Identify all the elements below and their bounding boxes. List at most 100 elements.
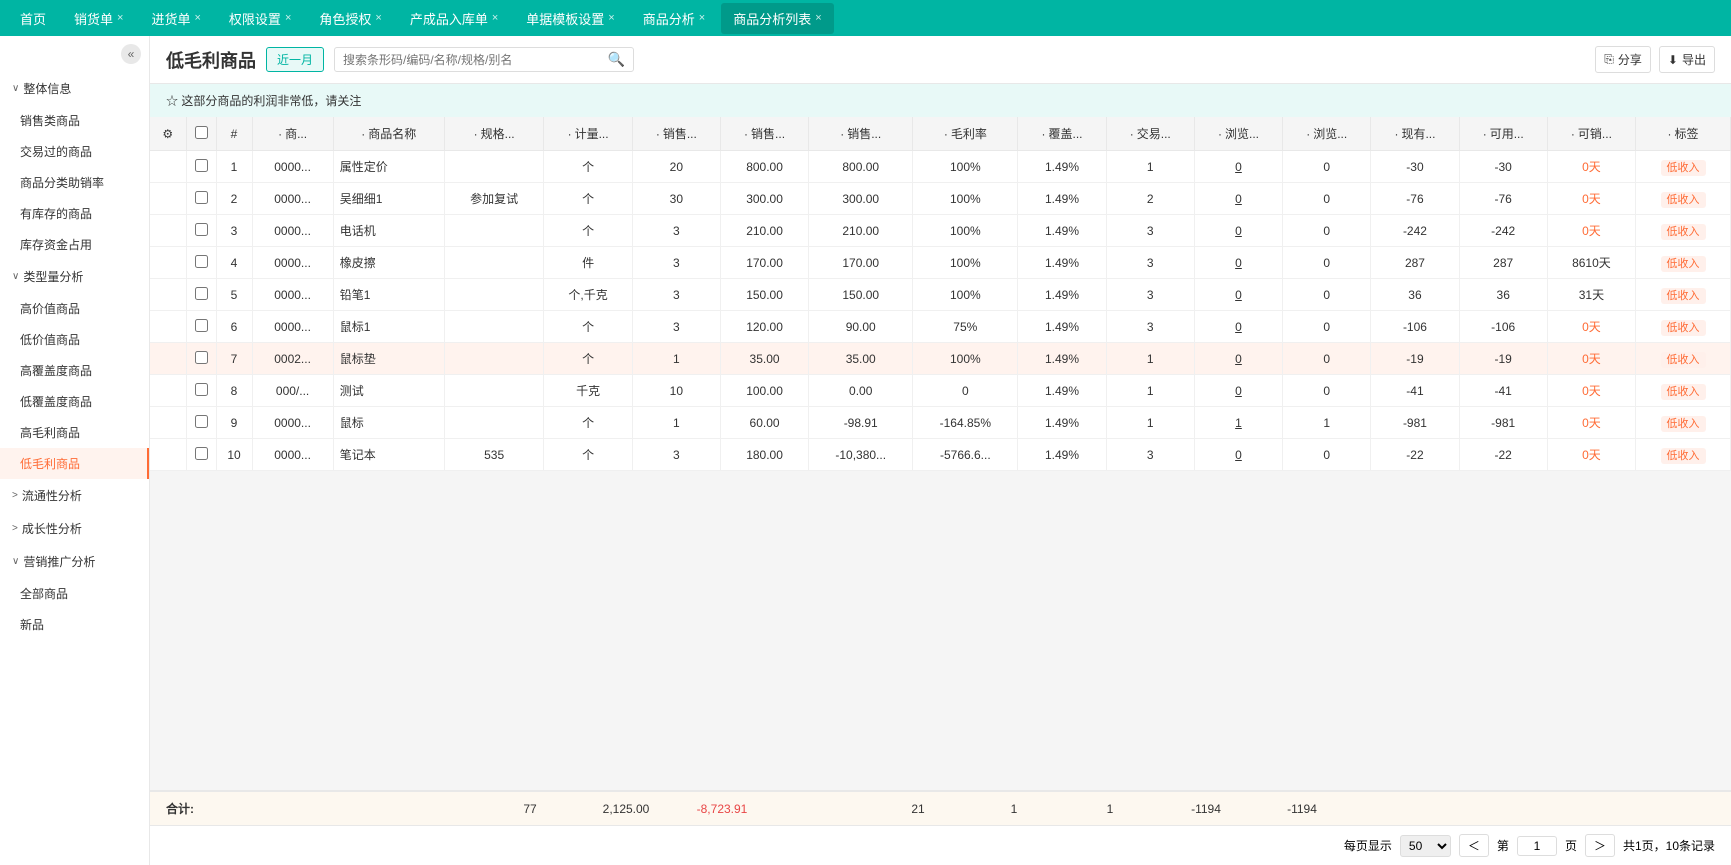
nav-item-单据模板设置[interactable]: 单据模板设置× bbox=[514, 3, 626, 34]
col-sales-amt[interactable]: ·销售... bbox=[720, 117, 808, 151]
sidebar-item-高毛利商品[interactable]: 高毛利商品 bbox=[0, 417, 149, 448]
nav-item-商品分析列表[interactable]: 商品分析列表× bbox=[721, 3, 833, 34]
nav-item-权限设置[interactable]: 权限设置× bbox=[217, 3, 303, 34]
sidebar-item-交易过的商品[interactable]: 交易过的商品 bbox=[0, 136, 149, 167]
row-checkbox-0[interactable] bbox=[186, 151, 216, 183]
row-checkbox-8[interactable] bbox=[186, 407, 216, 439]
col-gross-rate[interactable]: ·毛利率 bbox=[913, 117, 1018, 151]
row-browse1-9[interactable]: 0 bbox=[1194, 439, 1282, 471]
row-code-1: 0000... bbox=[252, 183, 333, 215]
filter-period-button[interactable]: 近一月 bbox=[266, 47, 324, 72]
col-unit[interactable]: ·计量... bbox=[544, 117, 632, 151]
sidebar-item-新品[interactable]: 新品 bbox=[0, 609, 149, 640]
nav-item-角色授权[interactable]: 角色授权× bbox=[307, 3, 393, 34]
col-browse1[interactable]: ·浏览... bbox=[1194, 117, 1282, 151]
col-sales-profit[interactable]: ·销售... bbox=[809, 117, 913, 151]
search-input[interactable] bbox=[343, 53, 608, 67]
col-browse2[interactable]: ·浏览... bbox=[1283, 117, 1371, 151]
col-tag[interactable]: ·标签 bbox=[1636, 117, 1731, 151]
sidebar-item-低价值商品[interactable]: 低价值商品 bbox=[0, 324, 149, 355]
nav-close-icon[interactable]: × bbox=[699, 12, 705, 24]
nav-close-icon[interactable]: × bbox=[492, 12, 498, 24]
nav-item-销货单[interactable]: 销货单× bbox=[62, 3, 135, 34]
per-page-select[interactable]: 50 20 100 bbox=[1400, 835, 1451, 857]
prev-page-button[interactable]: ＜ bbox=[1459, 834, 1489, 857]
sidebar-collapse-button[interactable]: « bbox=[121, 44, 141, 64]
nav-close-icon[interactable]: × bbox=[285, 12, 291, 24]
sidebar-item-商品分类助销率[interactable]: 商品分类助销率 bbox=[0, 167, 149, 198]
row-checkbox-4[interactable] bbox=[186, 279, 216, 311]
col-sales-qty[interactable]: ·销售... bbox=[632, 117, 720, 151]
col-current-stock[interactable]: ·现有... bbox=[1371, 117, 1459, 151]
row-checkbox-5[interactable] bbox=[186, 311, 216, 343]
nav-item-首页[interactable]: 首页 bbox=[8, 3, 58, 34]
row-checkbox-3[interactable] bbox=[186, 247, 216, 279]
nav-item-产成品入库单[interactable]: 产成品入库单× bbox=[398, 3, 510, 34]
row-browse1-4[interactable]: 0 bbox=[1194, 279, 1282, 311]
sidebar-item-低毛利商品[interactable]: 低毛利商品 bbox=[0, 448, 149, 479]
search-icon[interactable]: 🔍 bbox=[608, 51, 625, 68]
sidebar-group-0[interactable]: ∨整体信息 bbox=[0, 72, 149, 105]
col-name[interactable]: ·商品名称 bbox=[333, 117, 444, 151]
sidebar-item-销售类商品[interactable]: 销售类商品 bbox=[0, 105, 149, 136]
col-select-all[interactable] bbox=[186, 117, 216, 151]
sidebar-group-2[interactable]: >流通性分析 bbox=[0, 479, 149, 512]
export-button[interactable]: ⬇ 导出 bbox=[1659, 46, 1715, 73]
nav-close-icon[interactable]: × bbox=[194, 12, 200, 24]
row-browse1-6[interactable]: 0 bbox=[1194, 343, 1282, 375]
row-select-4[interactable] bbox=[195, 287, 208, 300]
row-browse1-8[interactable]: 1 bbox=[1194, 407, 1282, 439]
sidebar-item-有库存的商品[interactable]: 有库存的商品 bbox=[0, 198, 149, 229]
page-number-input[interactable] bbox=[1517, 836, 1557, 856]
row-transactions-6: 1 bbox=[1106, 343, 1194, 375]
row-browse1-2[interactable]: 0 bbox=[1194, 215, 1282, 247]
row-browse1-1[interactable]: 0 bbox=[1194, 183, 1282, 215]
row-gross-rate-4: 100% bbox=[913, 279, 1018, 311]
row-select-5[interactable] bbox=[195, 319, 208, 332]
row-select-1[interactable] bbox=[195, 191, 208, 204]
row-checkbox-6[interactable] bbox=[186, 343, 216, 375]
sidebar-item-库存资金占用[interactable]: 库存资金占用 bbox=[0, 229, 149, 260]
next-page-button[interactable]: ＞ bbox=[1585, 834, 1615, 857]
col-spec[interactable]: ·规格... bbox=[444, 117, 544, 151]
row-sales-qty-4: 3 bbox=[632, 279, 720, 311]
sidebar-item-低覆盖度商品[interactable]: 低覆盖度商品 bbox=[0, 386, 149, 417]
row-select-7[interactable] bbox=[195, 383, 208, 396]
nav-close-icon[interactable]: × bbox=[375, 12, 381, 24]
sidebar-item-全部商品[interactable]: 全部商品 bbox=[0, 578, 149, 609]
table-area: ⚙ # ·商... ·商品名称 ·规格... ·计量... ·销售... ·销售… bbox=[150, 117, 1731, 790]
nav-item-商品分析[interactable]: 商品分析× bbox=[631, 3, 717, 34]
sidebar-group-4[interactable]: ∨营销推广分析 bbox=[0, 545, 149, 578]
col-saleable[interactable]: ·可销... bbox=[1547, 117, 1635, 151]
row-select-9[interactable] bbox=[195, 447, 208, 460]
nav-item-进货单[interactable]: 进货单× bbox=[139, 3, 212, 34]
row-name-2: 电话机 bbox=[333, 215, 444, 247]
sidebar-group-3[interactable]: >成长性分析 bbox=[0, 512, 149, 545]
nav-close-icon[interactable]: × bbox=[117, 12, 123, 24]
row-select-3[interactable] bbox=[195, 255, 208, 268]
col-transactions[interactable]: ·交易... bbox=[1106, 117, 1194, 151]
row-select-0[interactable] bbox=[195, 159, 208, 172]
row-select-6[interactable] bbox=[195, 351, 208, 364]
row-checkbox-7[interactable] bbox=[186, 375, 216, 407]
row-checkbox-1[interactable] bbox=[186, 183, 216, 215]
row-checkbox-2[interactable] bbox=[186, 215, 216, 247]
row-select-2[interactable] bbox=[195, 223, 208, 236]
select-all-checkbox[interactable] bbox=[195, 126, 208, 139]
row-browse1-0[interactable]: 0 bbox=[1194, 151, 1282, 183]
col-code[interactable]: ·商... bbox=[252, 117, 333, 151]
row-browse1-7[interactable]: 0 bbox=[1194, 375, 1282, 407]
row-select-8[interactable] bbox=[195, 415, 208, 428]
share-button[interactable]: ⎘ 分享 bbox=[1595, 46, 1651, 73]
col-settings[interactable]: ⚙ bbox=[150, 117, 186, 151]
row-browse1-5[interactable]: 0 bbox=[1194, 311, 1282, 343]
sidebar-item-高覆盖度商品[interactable]: 高覆盖度商品 bbox=[0, 355, 149, 386]
col-coverage[interactable]: ·覆盖... bbox=[1018, 117, 1106, 151]
row-checkbox-9[interactable] bbox=[186, 439, 216, 471]
sidebar-item-高价值商品[interactable]: 高价值商品 bbox=[0, 293, 149, 324]
col-available[interactable]: ·可用... bbox=[1459, 117, 1547, 151]
nav-close-icon[interactable]: × bbox=[815, 12, 821, 24]
row-browse1-3[interactable]: 0 bbox=[1194, 247, 1282, 279]
nav-close-icon[interactable]: × bbox=[608, 12, 614, 24]
sidebar-group-1[interactable]: ∨类型量分析 bbox=[0, 260, 149, 293]
